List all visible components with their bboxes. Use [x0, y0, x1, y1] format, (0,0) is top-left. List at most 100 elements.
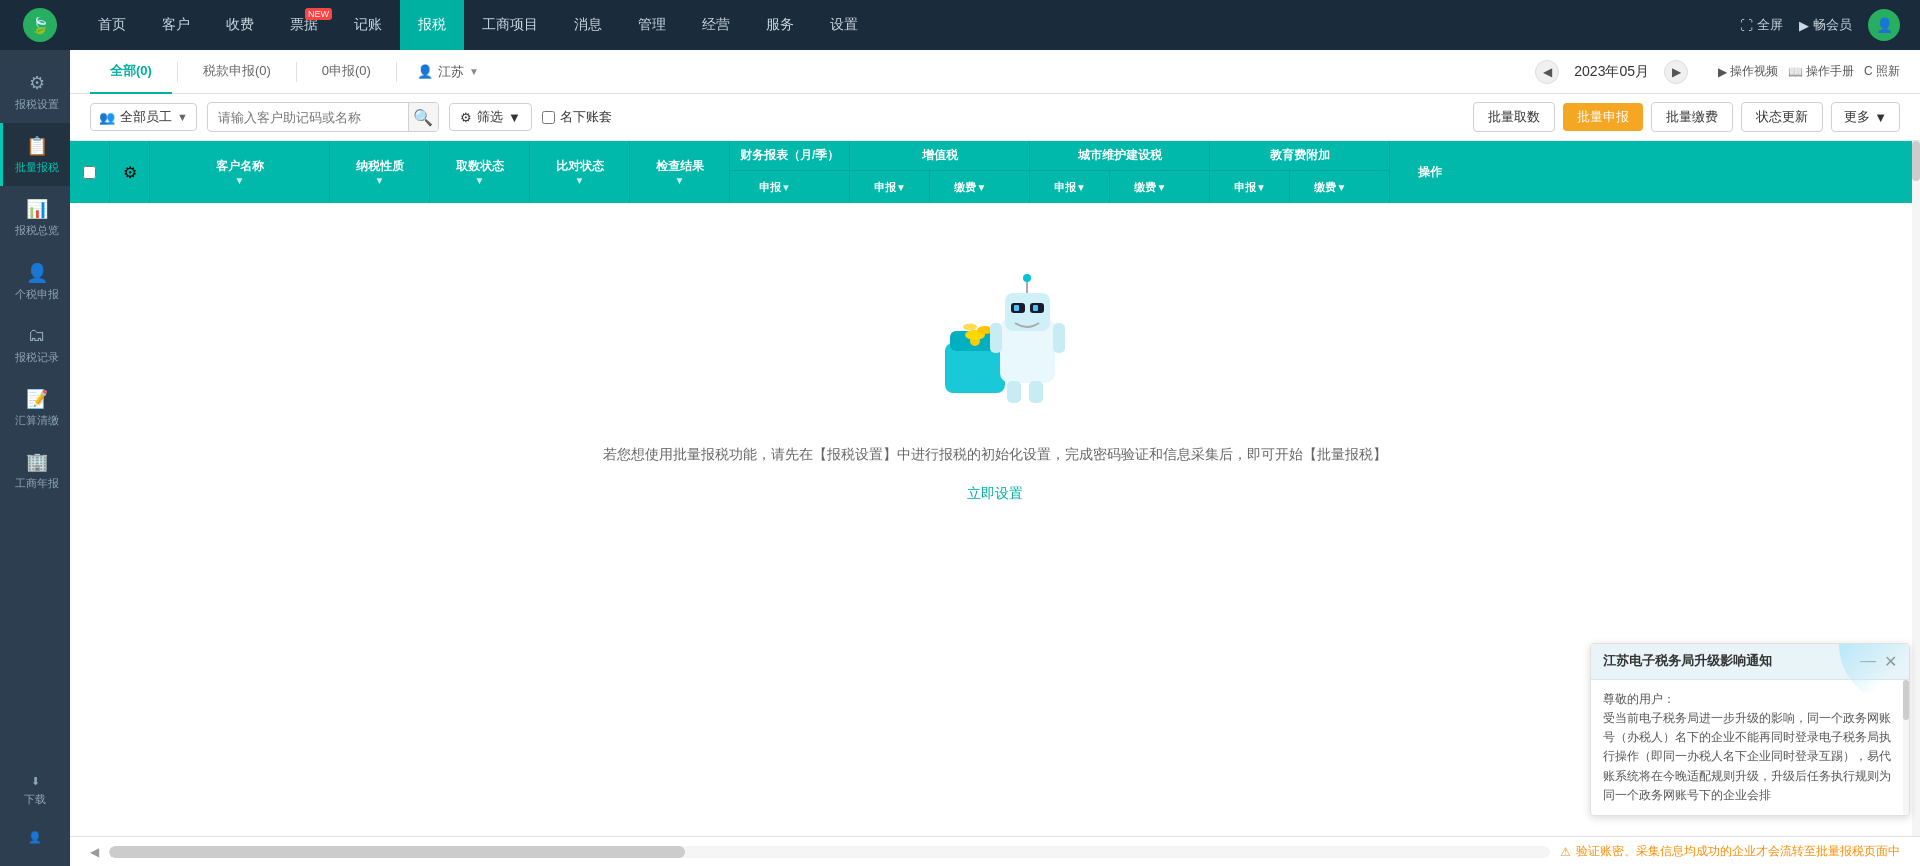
sidebar-item-batch-tax[interactable]: 📋 批量报税	[0, 123, 70, 186]
client-filter-icon[interactable]: ▼	[235, 175, 245, 186]
check-filter-icon[interactable]: ▼	[675, 175, 685, 186]
th-education-declare: 申报 ▼	[1210, 171, 1290, 203]
compare-filter-icon[interactable]: ▼	[575, 175, 585, 186]
batch-pay-button[interactable]: 批量缴费	[1651, 102, 1733, 132]
nav-invoice[interactable]: 票据 NEW	[272, 0, 336, 50]
sidebar-item-settlement[interactable]: 📝 汇算清缴	[0, 376, 70, 439]
employee-icon: 👥	[99, 110, 115, 125]
tax-nature-filter-icon[interactable]: ▼	[375, 175, 385, 186]
batch-declare-button[interactable]: 批量申报	[1563, 103, 1643, 131]
video-icon: ▶	[1718, 65, 1727, 79]
refresh-button[interactable]: C 照新	[1864, 63, 1900, 80]
th-settings[interactable]: ⚙	[110, 141, 150, 203]
svg-rect-10	[1014, 305, 1019, 311]
th-checkbox[interactable]	[70, 141, 110, 203]
notif-minimize[interactable]: —	[1860, 652, 1876, 670]
prev-month-button[interactable]: ◀	[1535, 60, 1559, 84]
nav-operations[interactable]: 经营	[684, 0, 748, 50]
urban-pay-filter[interactable]: ▼	[1156, 182, 1166, 193]
tab-all[interactable]: 全部(0)	[90, 50, 172, 94]
sidebar-item-annual-report[interactable]: 🏢 工商年报	[0, 439, 70, 502]
th-financial-title: 财务报表（月/季）	[730, 141, 849, 171]
next-month-button[interactable]: ▶	[1664, 60, 1688, 84]
th-tax-nature: 纳税性质 ▼	[330, 141, 430, 203]
svg-rect-14	[990, 323, 1002, 353]
setup-link[interactable]: 立即设置	[967, 485, 1023, 503]
user-settings-icon: 👤	[28, 831, 42, 844]
nav-home[interactable]: 首页	[80, 0, 144, 50]
sidebar-user-settings[interactable]: 👤	[0, 819, 70, 856]
region-selector[interactable]: 👤 江苏 ▼	[402, 63, 494, 81]
edu-pay-filter[interactable]: ▼	[1336, 182, 1346, 193]
nav-billing[interactable]: 收费	[208, 0, 272, 50]
svg-rect-15	[1053, 323, 1065, 353]
warning-icon: ⚠	[1560, 845, 1571, 859]
fin-declare-filter[interactable]: ▼	[781, 182, 791, 193]
tab-right-actions: ▶ 操作视频 📖 操作手册 C 照新	[1718, 63, 1900, 80]
th-education-pay: 缴费 ▼	[1290, 171, 1370, 203]
th-group-urban: 城市维护建设税 申报 ▼ 缴费 ▼	[1030, 141, 1210, 203]
notif-header: 江苏电子税务局升级影响通知 — ✕	[1591, 644, 1909, 680]
nav-tax[interactable]: 报税	[400, 0, 464, 50]
sidebar-label-batch-tax: 批量报税	[15, 161, 59, 174]
tax-settings-icon: ⚙	[26, 72, 48, 94]
fetch-filter-icon[interactable]: ▼	[475, 175, 485, 186]
th-education-cells: 申报 ▼ 缴费 ▼	[1210, 171, 1389, 203]
filter-label: 筛选	[477, 108, 503, 126]
nav-settings[interactable]: 设置	[812, 0, 876, 50]
nav-management[interactable]: 管理	[620, 0, 684, 50]
th-financial-declare: 申报 ▼	[730, 171, 820, 203]
logo-icon: 🍃	[23, 8, 57, 42]
tab-tax-declare[interactable]: 税款申报(0)	[183, 50, 291, 94]
sub-account-label: 名下账套	[560, 108, 612, 126]
nav-accounting[interactable]: 记账	[336, 0, 400, 50]
search-box: 🔍	[207, 102, 439, 132]
status-update-button[interactable]: 状态更新	[1741, 102, 1823, 132]
th-vat-pay: 缴费 ▼	[930, 171, 1010, 203]
tab-zero-declare[interactable]: 0申报(0)	[302, 50, 391, 94]
sidebar-item-personal-tax[interactable]: 👤 个税申报	[0, 250, 70, 313]
user-avatar[interactable]: 👤	[1868, 9, 1900, 41]
tax-records-icon: 🗂	[26, 325, 48, 347]
nav-message[interactable]: 消息	[556, 0, 620, 50]
filter-button[interactable]: ⚙ 筛选 ▼	[449, 103, 532, 131]
th-urban-title: 城市维护建设税	[1030, 141, 1209, 171]
operation-video-button[interactable]: ▶ 操作视频	[1718, 63, 1778, 80]
notif-scrollbar-thumb	[1903, 680, 1909, 720]
toolbar: 👥 全部员工 ▼ 🔍 ⚙ 筛选 ▼ 名下账套 批量取数 批量申报 批量缴费	[70, 94, 1920, 141]
select-all-checkbox[interactable]	[83, 166, 96, 179]
svg-rect-11	[1033, 305, 1038, 311]
vat-declare-filter[interactable]: ▼	[896, 182, 906, 193]
notif-close-button[interactable]: ✕	[1884, 652, 1897, 671]
sidebar-item-tax-settings[interactable]: ⚙ 报税设置	[0, 60, 70, 123]
notif-body: 尊敬的用户：受当前电子税务局进一步升级的影响，同一个政务网账号（办税人）名下的企…	[1591, 680, 1909, 815]
horizontal-scrollbar[interactable]	[109, 846, 1550, 858]
manual-icon: 📖	[1788, 65, 1803, 79]
vertical-scrollbar[interactable]	[1912, 141, 1920, 836]
empty-state: 若您想使用批量报税功能，请先在【报税设置】中进行报税的初始化设置，完成密码验证和…	[70, 203, 1920, 563]
more-button[interactable]: 更多 ▼	[1831, 102, 1900, 132]
notif-scrollbar[interactable]	[1903, 680, 1909, 815]
member-button[interactable]: ▶ 畅会员	[1799, 16, 1852, 34]
month-navigator: ◀ 2023年05月 ▶	[1535, 60, 1688, 84]
sidebar-item-tax-overview[interactable]: 📊 报税总览	[0, 186, 70, 249]
nav-client[interactable]: 客户	[144, 0, 208, 50]
fullscreen-button[interactable]: ⛶ 全屏	[1740, 16, 1783, 34]
sidebar-item-tax-records[interactable]: 🗂 报税记录	[0, 313, 70, 376]
fullscreen-icon: ⛶	[1740, 18, 1753, 33]
vat-pay-filter[interactable]: ▼	[976, 182, 986, 193]
nav-service[interactable]: 服务	[748, 0, 812, 50]
edu-declare-filter[interactable]: ▼	[1256, 182, 1266, 193]
left-arrow: ◀	[90, 845, 99, 859]
tab-divider-1	[177, 62, 178, 82]
operation-manual-button[interactable]: 📖 操作手册	[1788, 63, 1854, 80]
nav-business[interactable]: 工商项目	[464, 0, 556, 50]
batch-fetch-button[interactable]: 批量取数	[1473, 102, 1555, 132]
search-input[interactable]	[208, 106, 408, 129]
sidebar-download[interactable]: ⬇ 下载	[0, 763, 70, 819]
urban-declare-filter[interactable]: ▼	[1076, 182, 1086, 193]
horizontal-scrollbar-thumb	[109, 846, 685, 858]
employee-selector[interactable]: 👥 全部员工 ▼	[90, 103, 197, 131]
sub-account-checkbox[interactable]	[542, 111, 555, 124]
search-button[interactable]: 🔍	[408, 103, 438, 131]
